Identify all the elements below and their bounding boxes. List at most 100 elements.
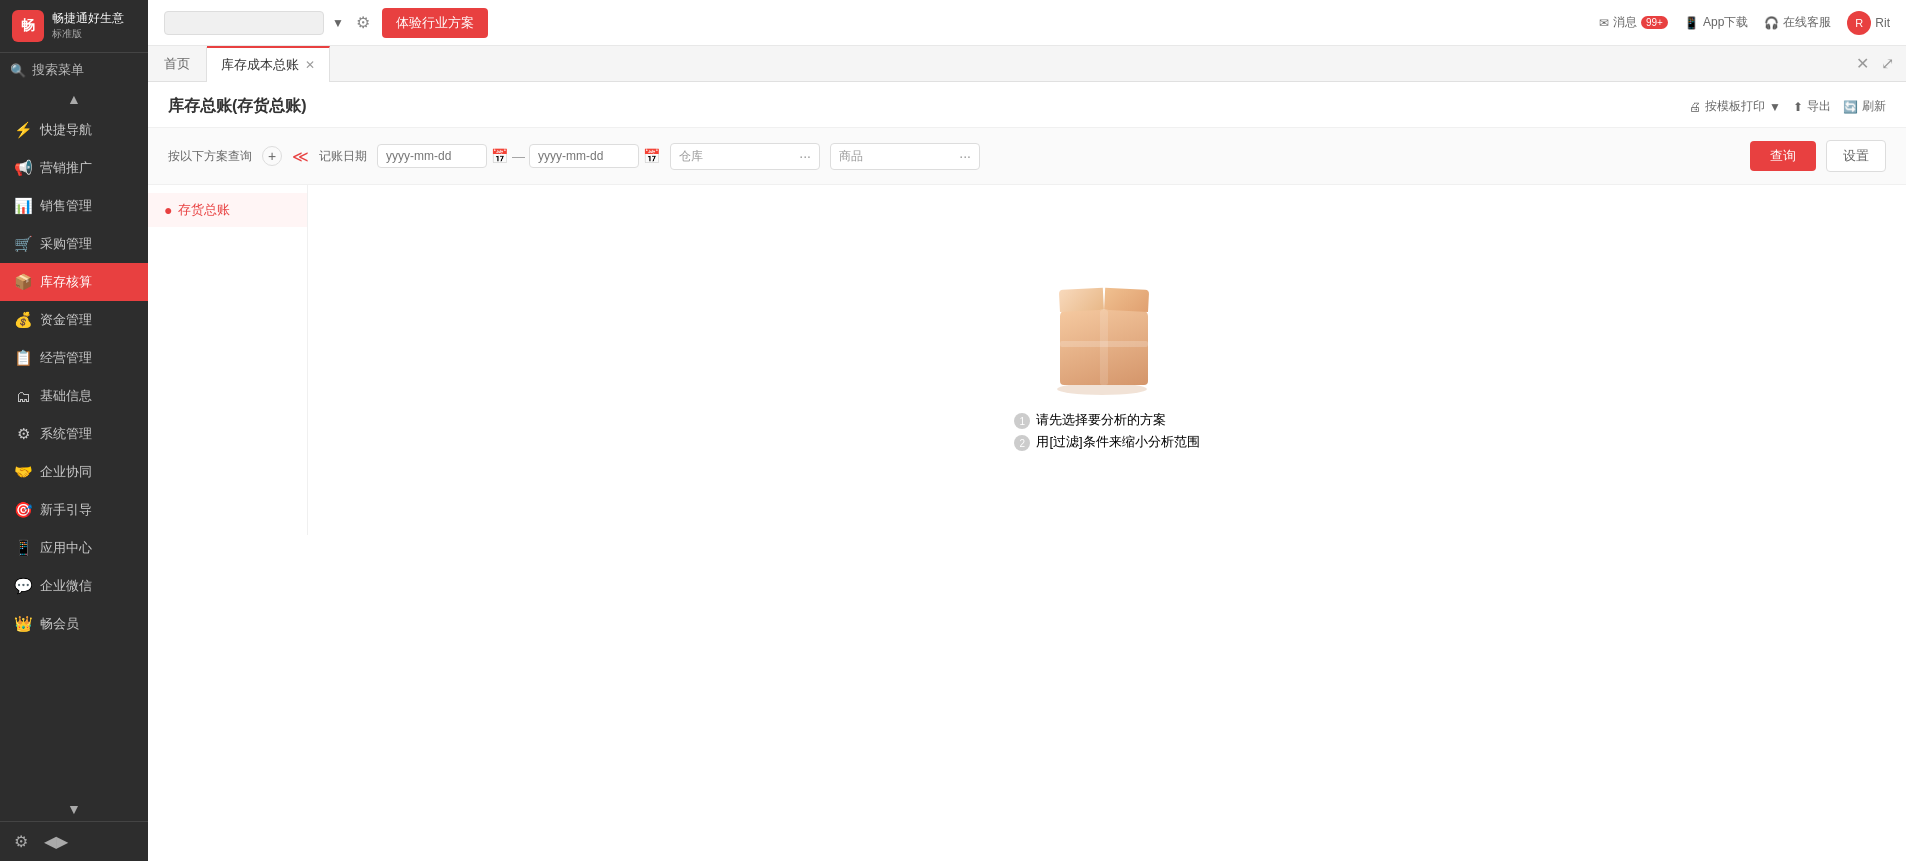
sidebar-item-label: 系统管理 [40, 425, 92, 443]
purchase-icon: 🛒 [14, 235, 32, 253]
finance-icon: 💰 [14, 311, 32, 329]
sidebar-item-label: 新手引导 [40, 501, 92, 519]
tab-inventory-ledger[interactable]: 库存成本总账 ✕ [207, 46, 330, 82]
inventory-icon: 📦 [14, 273, 32, 291]
print-icon: 🖨 [1689, 100, 1701, 114]
sidebar-item-label: 采购管理 [40, 235, 92, 253]
sidebar-item-guide[interactable]: 🎯 新手引导 [0, 491, 148, 529]
app-download-button[interactable]: 📱 App下载 [1684, 14, 1748, 31]
system-icon: ⚙ [14, 425, 32, 443]
hint-text-1: 请先选择要分析的方案 [1036, 411, 1166, 429]
warehouse-label: 仓库 [679, 148, 795, 165]
sidebar-item-member[interactable]: 👑 畅会员 [0, 605, 148, 643]
refresh-label: 刷新 [1862, 98, 1886, 115]
tab-close-panel-button[interactable]: ✕ [1852, 50, 1873, 77]
sidebar-item-label: 基础信息 [40, 387, 92, 405]
date-field-label: 记账日期 [319, 148, 367, 165]
export-icon: ⬆ [1793, 100, 1803, 114]
messages-button[interactable]: ✉ 消息 99+ [1599, 14, 1668, 31]
query-button[interactable]: 查询 [1750, 141, 1816, 171]
filter-label: 按以下方案查询 [168, 148, 252, 165]
user-name: Rit [1875, 16, 1890, 30]
topbar: ▼ ⚙ 体验行业方案 ✉ 消息 99+ 📱 App下载 🎧 在线客服 R Rit [148, 0, 1906, 46]
sidebar-item-inventory[interactable]: 📦 库存核算 [0, 263, 148, 301]
member-icon: 👑 [14, 615, 32, 633]
tab-label: 库存成本总账 [221, 56, 299, 74]
calendar-start-icon[interactable]: 📅 [491, 148, 508, 164]
export-label: 导出 [1807, 98, 1831, 115]
sidebar-item-sales[interactable]: 📊 销售管理 [0, 187, 148, 225]
scroll-up-button[interactable]: ▲ [0, 87, 148, 111]
tab-bar: 首页 库存成本总账 ✕ ✕ ⤢ [148, 46, 1906, 82]
scheme-icon: ● [164, 202, 172, 218]
basic-icon: 🗂 [14, 388, 32, 405]
quick-nav-icon: ⚡ [14, 121, 32, 139]
breadcrumb-input[interactable] [164, 11, 324, 35]
sidebar-item-appcenter[interactable]: 📱 应用中心 [0, 529, 148, 567]
product-select[interactable]: 商品 ··· [830, 143, 980, 170]
sidebar-item-label: 应用中心 [40, 539, 92, 557]
sidebar-item-purchase[interactable]: 🛒 采购管理 [0, 225, 148, 263]
sidebar-item-label: 经营管理 [40, 349, 92, 367]
operation-icon: 📋 [14, 349, 32, 367]
topbar-right: ✉ 消息 99+ 📱 App下载 🎧 在线客服 R Rit [1599, 11, 1890, 35]
tab-home[interactable]: 首页 [148, 47, 207, 81]
topbar-left: ▼ ⚙ 体验行业方案 [164, 8, 1589, 38]
content-body: ● 存货总账 [148, 185, 1906, 535]
calendar-end-icon[interactable]: 📅 [643, 148, 660, 164]
sidebar-item-wechat[interactable]: 💬 企业微信 [0, 567, 148, 605]
hint-text-2: 用[过滤]条件来缩小分析范围 [1036, 433, 1199, 451]
industry-button[interactable]: 体验行业方案 [382, 8, 488, 38]
sidebar-nav: ⚡ 快捷导航 📢 营销推广 📊 销售管理 🛒 采购管理 📦 库存核算 💰 资金管… [0, 111, 148, 797]
page-content: 库存总账(存货总账) 🖨 按模板打印 ▼ ⬆ 导出 🔄 刷新 按以下方案查询 [148, 82, 1906, 861]
date-start-input[interactable] [377, 144, 487, 168]
gear-button[interactable]: ⚙ [352, 9, 374, 36]
dropdown-arrow[interactable]: ▼ [332, 16, 344, 30]
cooperation-icon: 🤝 [14, 463, 32, 481]
collapse-icon[interactable]: ◀▶ [44, 832, 68, 851]
filter-close-button[interactable]: ≪ [292, 147, 309, 166]
sidebar-item-quick-nav[interactable]: ⚡ 快捷导航 [0, 111, 148, 149]
app-download-label: App下载 [1703, 14, 1748, 31]
sidebar-item-label: 企业微信 [40, 577, 92, 595]
sidebar-item-cooperation[interactable]: 🤝 企业协同 [0, 453, 148, 491]
date-range-group: 📅 — 📅 [377, 144, 660, 168]
settings-button[interactable]: 设置 [1826, 140, 1886, 172]
tab-close-button[interactable]: ✕ [305, 58, 315, 72]
scroll-down-button[interactable]: ▼ [0, 797, 148, 821]
sidebar-item-marketing[interactable]: 📢 营销推广 [0, 149, 148, 187]
filter-add-button[interactable]: + [262, 146, 282, 166]
settings-icon[interactable]: ⚙ [14, 832, 28, 851]
print-button[interactable]: 🖨 按模板打印 ▼ [1689, 98, 1781, 115]
message-icon: ✉ [1599, 16, 1609, 30]
product-more-icon: ··· [959, 148, 971, 164]
logo-icon: 畅 [12, 10, 44, 42]
refresh-button[interactable]: 🔄 刷新 [1843, 98, 1886, 115]
scheme-sidebar: ● 存货总账 [148, 185, 308, 535]
tab-expand-button[interactable]: ⤢ [1877, 50, 1898, 77]
search-menu[interactable]: 🔍 搜索菜单 [0, 53, 148, 87]
export-button[interactable]: ⬆ 导出 [1793, 98, 1831, 115]
messages-label: 消息 [1613, 14, 1637, 31]
empty-illustration [1042, 265, 1172, 395]
sidebar-item-finance[interactable]: 💰 资金管理 [0, 301, 148, 339]
search-icon: 🔍 [10, 63, 26, 78]
scheme-item-inventory-ledger[interactable]: ● 存货总账 [148, 193, 307, 227]
sidebar: 畅 畅捷通好生意 标准版 🔍 搜索菜单 ▲ ⚡ 快捷导航 📢 营销推广 📊 销售… [0, 0, 148, 861]
date-end-input[interactable] [529, 144, 639, 168]
sidebar-item-label: 快捷导航 [40, 121, 92, 139]
messages-badge: 99+ [1641, 16, 1668, 29]
sidebar-item-basic[interactable]: 🗂 基础信息 [0, 377, 148, 415]
online-service-button[interactable]: 🎧 在线客服 [1764, 14, 1831, 31]
sidebar-item-label: 资金管理 [40, 311, 92, 329]
sidebar-item-system[interactable]: ⚙ 系统管理 [0, 415, 148, 453]
page-header-actions: 🖨 按模板打印 ▼ ⬆ 导出 🔄 刷新 [1689, 98, 1886, 115]
warehouse-more-icon: ··· [799, 148, 811, 164]
user-avatar[interactable]: R Rit [1847, 11, 1890, 35]
wechat-icon: 💬 [14, 577, 32, 595]
avatar: R [1847, 11, 1871, 35]
sidebar-item-operation[interactable]: 📋 经营管理 [0, 339, 148, 377]
warehouse-select[interactable]: 仓库 ··· [670, 143, 820, 170]
logo-badge: 标准版 [52, 27, 124, 41]
sidebar-item-label: 营销推广 [40, 159, 92, 177]
